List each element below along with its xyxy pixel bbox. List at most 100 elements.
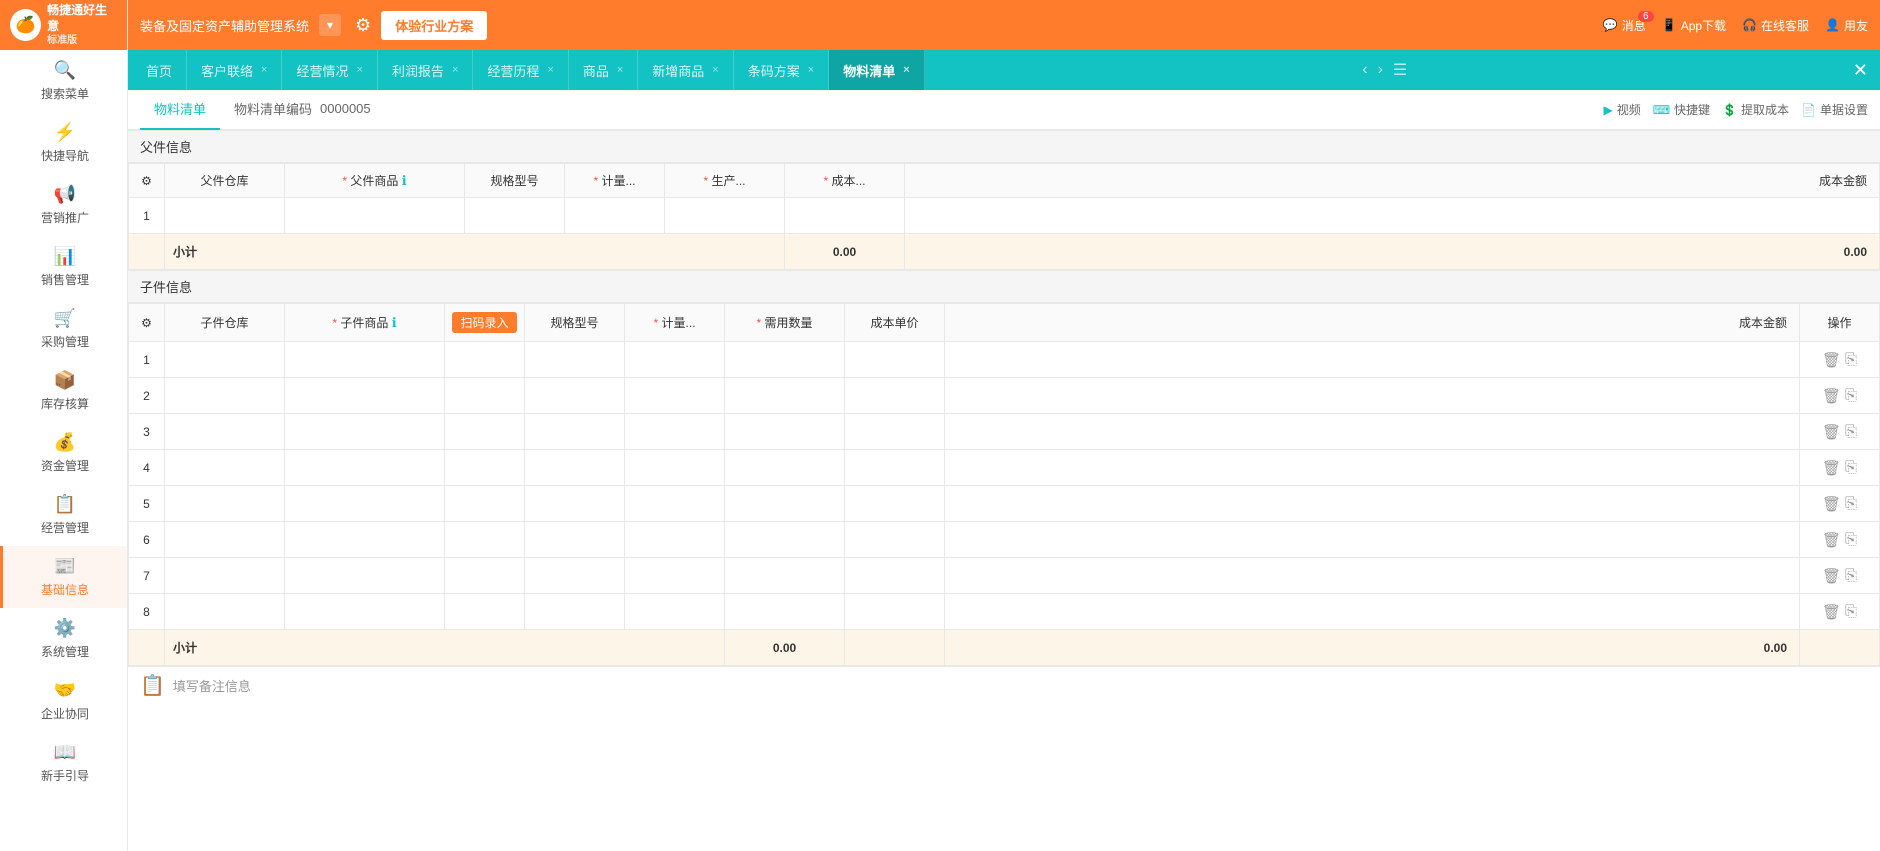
delete-icon-2[interactable]: 🗑 bbox=[1822, 387, 1841, 405]
tab-bom-close[interactable]: × bbox=[903, 64, 909, 76]
sidebar-item-search[interactable]: 🔍 搜索菜单 bbox=[0, 50, 127, 112]
sidebar-item-sales[interactable]: 📊 销售管理 bbox=[0, 236, 127, 298]
sidebar-item-operations[interactable]: 📋 经营管理 bbox=[0, 484, 127, 546]
tab-next-arrow[interactable]: › bbox=[1374, 59, 1387, 81]
sidebar-item-marketing[interactable]: 📢 营销推广 bbox=[0, 174, 127, 236]
copy-icon-6[interactable]: ⎘ bbox=[1845, 531, 1857, 549]
topbar-right: 💬 消息 6 📱 App下载 🎧 在线客服 👤 用友 bbox=[1603, 17, 1868, 34]
sidebar-item-quick-nav[interactable]: ⚡ 快捷导航 bbox=[0, 112, 127, 174]
parent-cell-production[interactable] bbox=[665, 198, 785, 234]
parent-col-spec: 规格型号 bbox=[465, 164, 565, 198]
tab-new-product-close[interactable]: × bbox=[712, 64, 718, 76]
child-cell-warehouse-2[interactable] bbox=[165, 378, 285, 414]
parent-subtotal-label-spacer bbox=[129, 234, 165, 270]
logo-text: 畅捷通好生意 标准版 bbox=[47, 3, 117, 47]
parent-col-production: * 生产... bbox=[665, 164, 785, 198]
tab-operations-report-close[interactable]: × bbox=[356, 64, 362, 76]
child-cell-spec-1[interactable] bbox=[525, 342, 625, 378]
child-cell-product-1[interactable] bbox=[285, 342, 445, 378]
child-col-scan[interactable]: 扫码录入 bbox=[445, 304, 525, 342]
child-cell-unit-1[interactable] bbox=[625, 342, 725, 378]
delete-icon-8[interactable]: 🗑 bbox=[1822, 603, 1841, 621]
settings-icon[interactable]: ⚙ bbox=[355, 15, 371, 36]
child-table: ⚙ 子件仓库 * 子件商品 ℹ 扫码录入 规格型号 * 计量... * 需用数量… bbox=[128, 303, 1880, 666]
parent-cell-product[interactable] bbox=[285, 198, 465, 234]
tab-list-icon[interactable]: ☰ bbox=[1389, 58, 1411, 82]
sub-tab-bom-list[interactable]: 物料清单 bbox=[140, 90, 220, 130]
tab-home[interactable]: 首页 bbox=[132, 50, 187, 90]
tab-customer[interactable]: 客户联络 × bbox=[187, 50, 282, 90]
bottom-text[interactable]: 填写备注信息 bbox=[173, 676, 251, 695]
copy-icon-5[interactable]: ⎘ bbox=[1845, 495, 1857, 513]
sidebar-item-enterprise[interactable]: 🤝 企业协同 bbox=[0, 670, 127, 732]
copy-icon-1[interactable]: ⎘ bbox=[1845, 351, 1857, 369]
child-subtotal-cost: 0.00 bbox=[945, 630, 1800, 666]
user-item[interactable]: 👤 用友 bbox=[1825, 17, 1868, 34]
parent-subtotal-row: 小计 0.00 0.00 bbox=[129, 234, 1880, 270]
child-cell-unit-cost-1[interactable] bbox=[845, 342, 945, 378]
tab-product-close[interactable]: × bbox=[617, 64, 623, 76]
delete-icon-4[interactable]: 🗑 bbox=[1822, 459, 1841, 477]
sidebar-item-purchase[interactable]: 🛒 采购管理 bbox=[0, 298, 127, 360]
scan-btn[interactable]: 扫码录入 bbox=[452, 312, 516, 333]
tab-barcode[interactable]: 条码方案 × bbox=[734, 50, 829, 90]
sidebar-item-basic-info[interactable]: 📰 基础信息 bbox=[0, 546, 127, 608]
child-cell-quantity-2[interactable] bbox=[725, 378, 845, 414]
parent-cell-cost[interactable] bbox=[785, 198, 905, 234]
tab-prev-arrow[interactable]: ‹ bbox=[1358, 59, 1371, 81]
finance-icon: 💰 bbox=[54, 432, 76, 453]
trial-button[interactable]: 体验行业方案 bbox=[381, 11, 487, 40]
basic-info-icon: 📰 bbox=[54, 556, 76, 577]
tab-customer-close[interactable]: × bbox=[261, 64, 267, 76]
single-settings-btn[interactable]: 📄 单据设置 bbox=[1801, 101, 1868, 118]
video-btn[interactable]: ▶ 视频 bbox=[1603, 101, 1640, 118]
child-cell-product-2[interactable] bbox=[285, 378, 445, 414]
delete-icon-5[interactable]: 🗑 bbox=[1822, 495, 1841, 513]
child-cell-quantity-1[interactable] bbox=[725, 342, 845, 378]
tab-bom[interactable]: 物料清单 × bbox=[829, 50, 924, 90]
delete-icon-7[interactable]: 🗑 bbox=[1822, 567, 1841, 585]
parent-col-settings[interactable]: ⚙ bbox=[129, 164, 165, 198]
delete-icon-3[interactable]: 🗑 bbox=[1822, 423, 1841, 441]
sidebar-item-finance[interactable]: 💰 资金管理 bbox=[0, 422, 127, 484]
child-cell-warehouse-1[interactable] bbox=[165, 342, 285, 378]
copy-icon-8[interactable]: ⎘ bbox=[1845, 603, 1857, 621]
parent-cell-unit[interactable] bbox=[565, 198, 665, 234]
message-item[interactable]: 💬 消息 6 bbox=[1603, 17, 1646, 34]
child-cell-actions-1: 🗑 ⎘ bbox=[1800, 342, 1880, 378]
shortcut-icon: ⌨ bbox=[1653, 103, 1670, 117]
copy-icon-7[interactable]: ⎘ bbox=[1845, 567, 1857, 585]
tab-barcode-close[interactable]: × bbox=[808, 64, 814, 76]
tab-history[interactable]: 经营历程 × bbox=[473, 50, 568, 90]
app-download-item[interactable]: 📱 App下载 bbox=[1662, 17, 1726, 34]
copy-icon-4[interactable]: ⎘ bbox=[1845, 459, 1857, 477]
child-cell-unit-2[interactable] bbox=[625, 378, 725, 414]
copy-icon-3[interactable]: ⎘ bbox=[1845, 423, 1857, 441]
tab-operations-report[interactable]: 经营情况 × bbox=[282, 50, 377, 90]
tab-profit-close[interactable]: × bbox=[452, 64, 458, 76]
sidebar-item-guide[interactable]: 📖 新手引导 bbox=[0, 732, 127, 794]
sales-icon: 📊 bbox=[54, 246, 76, 267]
tab-history-close[interactable]: × bbox=[547, 64, 553, 76]
delete-icon-6[interactable]: 🗑 bbox=[1822, 531, 1841, 549]
cost-btn[interactable]: 💲 提取成本 bbox=[1722, 101, 1789, 118]
video-icon: ▶ bbox=[1603, 103, 1612, 117]
sidebar-item-inventory[interactable]: 📦 库存核算 bbox=[0, 360, 127, 422]
parent-subtotal-label: 小计 bbox=[165, 234, 785, 270]
tab-new-product[interactable]: 新增商品 × bbox=[638, 50, 733, 90]
child-col-settings[interactable]: ⚙ bbox=[129, 304, 165, 342]
child-cell-spec-2[interactable] bbox=[525, 378, 625, 414]
sidebar-item-system[interactable]: ⚙️ 系统管理 bbox=[0, 608, 127, 670]
shortcut-btn[interactable]: ⌨ 快捷键 bbox=[1653, 101, 1710, 118]
parent-table-wrapper: ⚙ 父件仓库 * 父件商品 ℹ 规格型号 * 计量... bbox=[128, 163, 1880, 270]
close-all-tabs[interactable]: ✕ bbox=[1845, 60, 1876, 81]
parent-cell-warehouse[interactable] bbox=[165, 198, 285, 234]
tab-product[interactable]: 商品 × bbox=[569, 50, 638, 90]
copy-icon-2[interactable]: ⎘ bbox=[1845, 387, 1857, 405]
tab-profit[interactable]: 利润报告 × bbox=[378, 50, 473, 90]
child-cell-unit-cost-2[interactable] bbox=[845, 378, 945, 414]
system-dropdown[interactable]: ▾ bbox=[319, 14, 341, 36]
service-item[interactable]: 🎧 在线客服 bbox=[1742, 17, 1809, 34]
parent-cell-spec[interactable] bbox=[465, 198, 565, 234]
delete-icon-1[interactable]: 🗑 bbox=[1822, 351, 1841, 369]
